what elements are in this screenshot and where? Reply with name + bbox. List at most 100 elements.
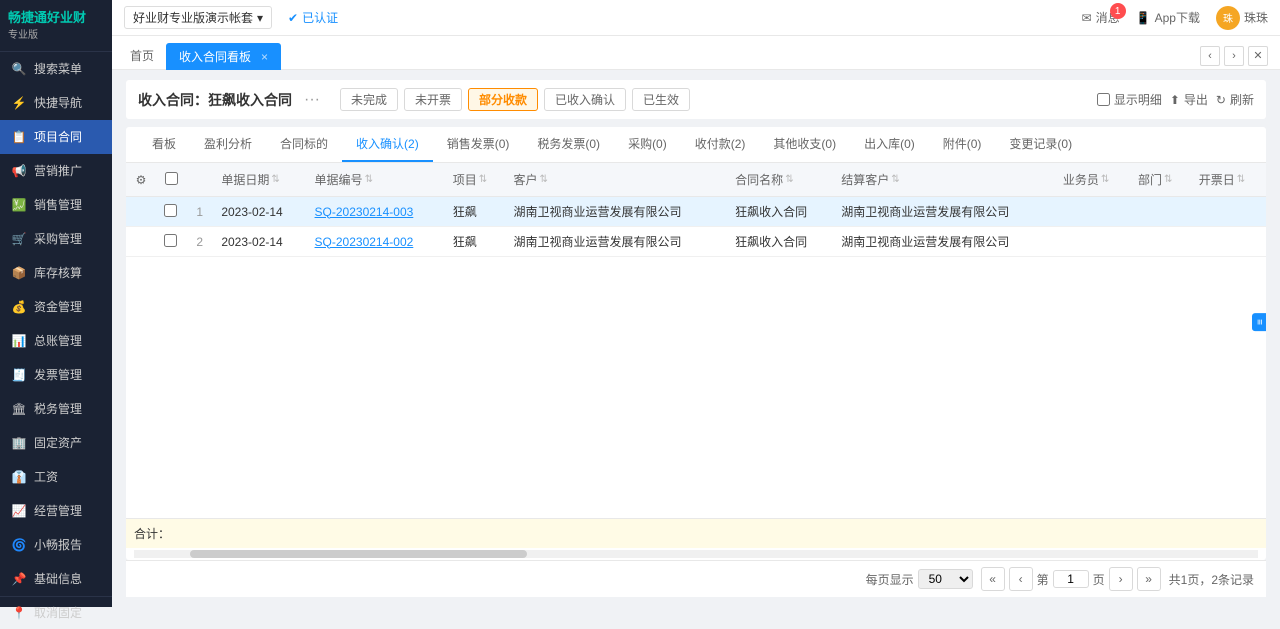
company-selector[interactable]: 好业财专业版演示帐套 ▾ bbox=[124, 6, 272, 29]
sidebar-item-tax[interactable]: 🏛 税务管理 bbox=[0, 392, 112, 426]
sidebar-item-inventory[interactable]: 📦 库存核算 bbox=[0, 256, 112, 290]
cell-settings-0[interactable] bbox=[126, 197, 156, 227]
cell-orderno-1[interactable]: SQ-20230214-002 bbox=[307, 227, 445, 257]
col-checkbox[interactable] bbox=[156, 163, 186, 197]
cell-orderno-0[interactable]: SQ-20230214-003 bbox=[307, 197, 445, 227]
sub-tab-税务发票0[interactable]: 税务发票(0) bbox=[523, 127, 614, 162]
page-size-selector[interactable]: 每页显示 50 100 200 bbox=[866, 569, 973, 589]
user-avatar[interactable]: 珠 珠珠 bbox=[1216, 6, 1268, 30]
home-label: 首页 bbox=[130, 49, 154, 63]
table-row[interactable]: 2 2023-02-14 SQ-20230214-002 狂飙 湖南卫视商业运营… bbox=[126, 227, 1266, 257]
cell-checkbox-0[interactable] bbox=[156, 197, 186, 227]
sidebar-item-project[interactable]: 📋 项目合同 bbox=[0, 120, 112, 154]
sort-contract-name[interactable]: 合同名称⇅ bbox=[735, 171, 793, 188]
status-effective-btn[interactable]: 已生效 bbox=[632, 88, 690, 111]
sidebar-item-sales[interactable]: 💹 销售管理 bbox=[0, 188, 112, 222]
sort-customer[interactable]: 客户⇅ bbox=[514, 171, 548, 188]
sidebar-item-fixed-assets[interactable]: 🏢 固定资产 bbox=[0, 426, 112, 460]
col-salesperson[interactable]: 业务员⇅ bbox=[1055, 163, 1130, 197]
tab-prev-arrow[interactable]: ‹ bbox=[1200, 46, 1220, 66]
sort-icon-project: ⇅ bbox=[479, 174, 487, 185]
tab-close-all[interactable]: ✕ bbox=[1248, 46, 1268, 66]
sidebar-item-search[interactable]: 🔍 搜索菜单 bbox=[0, 52, 112, 86]
next-page-btn[interactable]: › bbox=[1109, 567, 1133, 591]
row-checkbox-1[interactable] bbox=[164, 234, 177, 247]
app-download-action[interactable]: 📱 App下载 bbox=[1136, 9, 1200, 26]
sort-order-no[interactable]: 单据编号⇅ bbox=[315, 171, 373, 188]
messages-action[interactable]: ✉ 1 消息 bbox=[1082, 9, 1120, 26]
status-uninvoiced-btn[interactable]: 未开票 bbox=[404, 88, 462, 111]
order-link-0[interactable]: SQ-20230214-003 bbox=[315, 205, 414, 219]
close-tab-icon[interactable]: × bbox=[261, 50, 268, 64]
sidebar-item-basic-info[interactable]: 📌 基础信息 bbox=[0, 562, 112, 596]
table-wrap[interactable]: ⚙ 单据日期⇅ 单据编号⇅ 项目⇅ 客户⇅ 合同名称⇅ 结算客户⇅ 业务员⇅ bbox=[126, 163, 1266, 518]
sidebar-item-reports[interactable]: 🌀 小畅报告 bbox=[0, 528, 112, 562]
per-page-select[interactable]: 50 100 200 bbox=[918, 569, 973, 589]
col-customer[interactable]: 客户⇅ bbox=[506, 163, 728, 197]
col-invoice-date[interactable]: 开票日⇅ bbox=[1191, 163, 1266, 197]
refresh-btn[interactable]: ↻ 刷新 bbox=[1216, 91, 1254, 108]
page-input[interactable] bbox=[1053, 570, 1089, 588]
row-checkbox-0[interactable] bbox=[164, 204, 177, 217]
col-contract-name[interactable]: 合同名称⇅ bbox=[727, 163, 833, 197]
horizontal-scrollbar[interactable] bbox=[134, 550, 1258, 558]
sidebar-item-general[interactable]: 📊 总账管理 bbox=[0, 324, 112, 358]
status-confirmed-btn[interactable]: 已收入确认 bbox=[544, 88, 626, 111]
sort-salesperson[interactable]: 业务员⇅ bbox=[1063, 171, 1109, 188]
sub-tab-合同标的[interactable]: 合同标的 bbox=[266, 127, 342, 162]
sidebar-item-cancel-pin[interactable]: 📍 取消固定 bbox=[0, 597, 112, 629]
show-detail-checkbox[interactable]: 显示明细 bbox=[1097, 91, 1162, 108]
sub-tab-采购0[interactable]: 采购(0) bbox=[614, 127, 681, 162]
sort-project[interactable]: 项目⇅ bbox=[453, 171, 487, 188]
table-row[interactable]: 1 2023-02-14 SQ-20230214-003 狂飙 湖南卫视商业运营… bbox=[126, 197, 1266, 227]
sort-icon-settled: ⇅ bbox=[891, 174, 899, 185]
col-department[interactable]: 部门⇅ bbox=[1130, 163, 1191, 197]
first-page-btn[interactable]: « bbox=[981, 567, 1005, 591]
status-partial-btn[interactable]: 部分收款 bbox=[468, 88, 538, 111]
tab-home[interactable]: 首页 bbox=[124, 43, 160, 68]
sub-tab-销售发票0[interactable]: 销售发票(0) bbox=[433, 127, 524, 162]
tab-next-arrow[interactable]: › bbox=[1224, 46, 1244, 66]
export-btn[interactable]: ⬆ 导出 bbox=[1170, 91, 1208, 108]
order-link-1[interactable]: SQ-20230214-002 bbox=[315, 235, 414, 249]
show-detail-input[interactable] bbox=[1097, 93, 1110, 106]
col-settings[interactable]: ⚙ bbox=[126, 163, 156, 197]
cell-date-0: 2023-02-14 bbox=[213, 197, 306, 227]
sub-tab-收入确认2[interactable]: 收入确认(2) bbox=[342, 127, 433, 162]
last-page-btn[interactable]: » bbox=[1137, 567, 1161, 591]
col-order-no[interactable]: 单据编号⇅ bbox=[307, 163, 445, 197]
tab-income-contract[interactable]: 收入合同看板 × bbox=[166, 43, 281, 70]
sort-invoice-date[interactable]: 开票日⇅ bbox=[1199, 171, 1245, 188]
sub-tab-盈利分析[interactable]: 盈利分析 bbox=[190, 127, 266, 162]
select-all-checkbox[interactable] bbox=[165, 172, 178, 185]
sub-tab-看板[interactable]: 看板 bbox=[138, 127, 190, 162]
sub-tab-收付款2[interactable]: 收付款(2) bbox=[681, 127, 760, 162]
sidebar-item-purchase[interactable]: 🛒 采购管理 bbox=[0, 222, 112, 256]
sub-tab-变更记录0[interactable]: 变更记录(0) bbox=[995, 127, 1086, 162]
col-date[interactable]: 单据日期⇅ bbox=[213, 163, 306, 197]
prev-page-btn[interactable]: ‹ bbox=[1009, 567, 1033, 591]
sub-tab-其他收支0[interactable]: 其他收支(0) bbox=[759, 127, 850, 162]
bell-icon: ✉ bbox=[1082, 11, 1092, 25]
sidebar-item-ops[interactable]: 📈 经营管理 bbox=[0, 494, 112, 528]
cell-settings-1[interactable] bbox=[126, 227, 156, 257]
sub-tab-附件0[interactable]: 附件(0) bbox=[929, 127, 996, 162]
ops-icon: 📈 bbox=[10, 502, 28, 520]
col-settled-customer[interactable]: 结算客户⇅ bbox=[833, 163, 1055, 197]
sort-settled-customer[interactable]: 结算客户⇅ bbox=[841, 171, 899, 188]
sidebar-item-capital[interactable]: 💰 资金管理 bbox=[0, 290, 112, 324]
cell-checkbox-1[interactable] bbox=[156, 227, 186, 257]
sort-department[interactable]: 部门⇅ bbox=[1138, 171, 1172, 188]
sidebar-item-quick-nav[interactable]: ⚡ 快捷导航 bbox=[0, 86, 112, 120]
sub-tab-出入库0[interactable]: 出入库(0) bbox=[850, 127, 929, 162]
sidebar-item-hr[interactable]: 👔 工资 bbox=[0, 460, 112, 494]
sidebar-item-marketing[interactable]: 📢 营销推广 bbox=[0, 154, 112, 188]
more-options-btn[interactable]: ··· bbox=[300, 91, 324, 109]
col-project[interactable]: 项目⇅ bbox=[445, 163, 506, 197]
scrollbar-thumb[interactable] bbox=[190, 550, 527, 558]
sort-date[interactable]: 单据日期⇅ bbox=[221, 171, 279, 188]
right-panel-toggle[interactable]: ≡ bbox=[1252, 313, 1266, 331]
status-uncomplete-btn[interactable]: 未完成 bbox=[340, 88, 398, 111]
page-navigation: « ‹ 第 页 › » bbox=[981, 567, 1161, 591]
sidebar-item-invoice[interactable]: 🧾 发票管理 bbox=[0, 358, 112, 392]
